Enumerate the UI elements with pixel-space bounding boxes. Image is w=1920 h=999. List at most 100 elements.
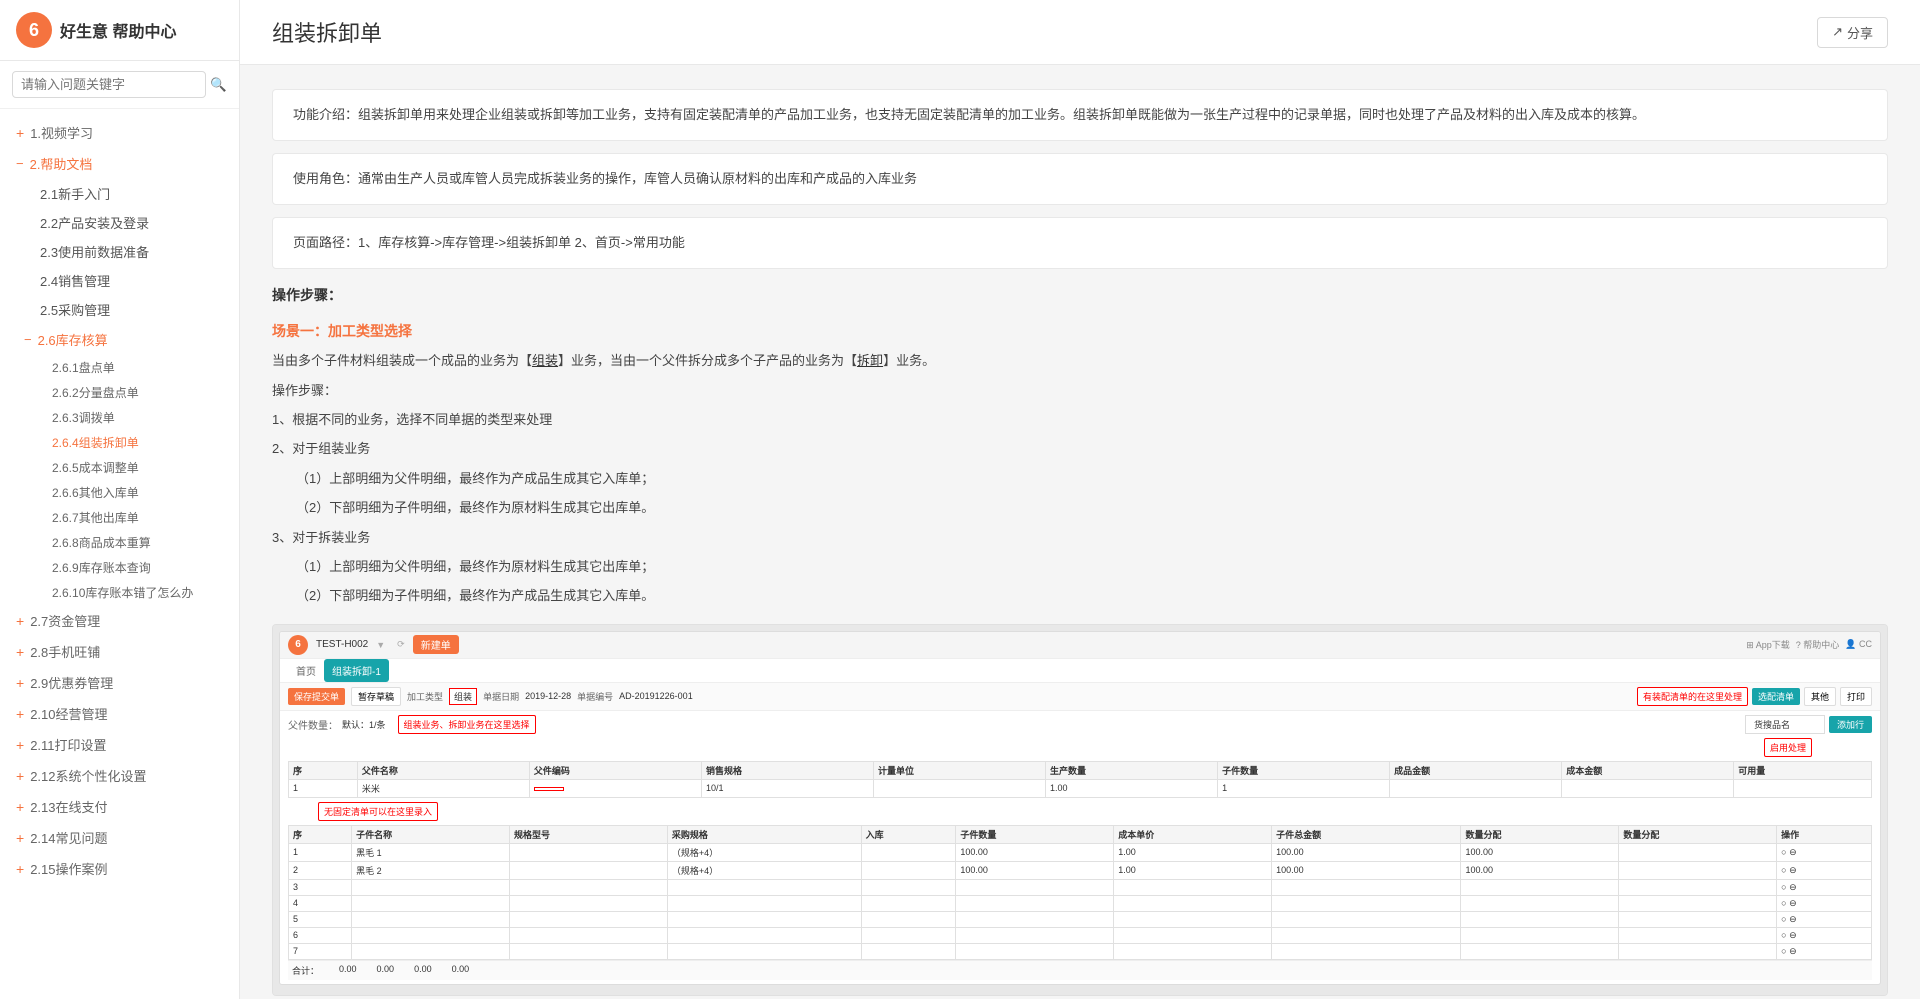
- sidebar-item-label: 2.15操作案例: [30, 859, 107, 878]
- sidebar-item-2-8[interactable]: + 2.8手机旺铺: [0, 636, 239, 667]
- sidebar-item-2-6-1[interactable]: 2.6.1盘点单: [36, 355, 239, 380]
- expand-icon: +: [16, 799, 24, 815]
- search-button[interactable]: 🔍: [210, 77, 227, 93]
- sidebar-item-2-3[interactable]: 2.3使用前数据准备: [24, 237, 239, 266]
- sim-lower-table: 序 子件名称 规格型号 采购规格 入库 子件数量 成本单价 子件总金额 数量分配: [288, 825, 1872, 960]
- search-input[interactable]: [12, 71, 206, 98]
- share-button[interactable]: ↗ 分享: [1817, 17, 1888, 48]
- sim-no-label: 单据编号: [577, 690, 613, 703]
- step3: 3、对于拆装业务: [272, 526, 1888, 549]
- sidebar-item-2-9[interactable]: + 2.9优惠券管理: [0, 667, 239, 698]
- sim-company: TEST-H002: [316, 639, 368, 650]
- sidebar-item-2-13[interactable]: + 2.13在线支付: [0, 791, 239, 822]
- sim-new-order-btn[interactable]: 新建单: [413, 635, 459, 654]
- step1: 1、根据不同的业务，选择不同单据的类型来处理: [272, 408, 1888, 431]
- sim-num-label: 父件数量：: [288, 717, 338, 732]
- sim-lower-row1: 1 黑毛 1 （规格+4） 100.00 1.00 100.00 100.00: [289, 843, 1872, 861]
- sidebar-item-2-6-9[interactable]: 2.6.9库存账本查询: [36, 555, 239, 580]
- sim-date-value: 2019-12-28: [525, 691, 571, 701]
- sidebar-item-label: 2.帮助文档: [30, 154, 93, 173]
- sidebar-item-2-6-3[interactable]: 2.6.3调拨单: [36, 405, 239, 430]
- sim-no-value: AD-20191226-001: [619, 691, 693, 701]
- sidebar-item-2-6-2[interactable]: 2.6.2分量盘点单: [36, 380, 239, 405]
- sim-upper-table: 序 父件名称 父件编码 销售规格 计量单位 生产数量 子件数量 成品金额 成本金…: [288, 761, 1872, 798]
- steps-heading2: 操作步骤：: [272, 379, 1888, 402]
- scene1-desc: 当由多个子件材料组装成一个成品的业务为【组装】业务，当由一个父件拆分成多个子产品…: [272, 349, 1888, 372]
- role-block: 使用角色：通常由生产人员或库管人员完成拆装业务的操作，库管人员确认原材料的出库和…: [272, 153, 1888, 205]
- sim-num-value: 默认：1/条: [342, 718, 386, 731]
- sim-add-row-btn[interactable]: 添加行: [1829, 716, 1872, 733]
- sim-td-code: [529, 779, 701, 797]
- sidebar-item-docs[interactable]: − 2.帮助文档: [0, 148, 239, 179]
- sidebar-item-2-1[interactable]: 2.1新手入门: [24, 179, 239, 208]
- sidebar-item-2-14[interactable]: + 2.14常见问题: [0, 822, 239, 853]
- sim-red-code: [534, 787, 564, 791]
- sim-total-label: 合计：: [292, 964, 319, 977]
- sidebar-item-2-12[interactable]: + 2.12系统个性化设置: [0, 760, 239, 791]
- sim-upper-row1: 1 米米 10/1 1.00 1: [289, 779, 1872, 797]
- expand-icon: +: [16, 125, 24, 141]
- sidebar-item-2-2[interactable]: 2.2产品安装及登录: [24, 208, 239, 237]
- sim-save-btn[interactable]: 保存提交单: [288, 688, 345, 705]
- sidebar-item-2-4[interactable]: 2.4销售管理: [24, 266, 239, 295]
- expand-icon: +: [16, 675, 24, 691]
- sidebar-item-label: 2.10经营管理: [30, 704, 107, 723]
- sidebar-item-2-6[interactable]: − 2.6库存核算: [24, 324, 239, 355]
- sidebar-item-2-11[interactable]: + 2.11打印设置: [0, 729, 239, 760]
- sim-th-parent-code: 父件编码: [529, 761, 701, 779]
- sidebar-item-2-5[interactable]: 2.5采购管理: [24, 295, 239, 324]
- sim-lth-alloc1: 数量分配: [1461, 825, 1619, 843]
- sim-other-btn[interactable]: 其他: [1804, 687, 1836, 706]
- sim-total-val1: 0.00: [339, 964, 357, 977]
- intro-text: 功能介绍：组装拆卸单用来处理企业组装或拆卸等加工业务，支持有固定装配清单的产品加…: [293, 107, 1645, 122]
- steps-heading: 操作步骤：: [272, 285, 1888, 305]
- sim-lth-name: 子件名称: [352, 825, 510, 843]
- sim-tab-active[interactable]: 组装拆卸-1: [324, 659, 389, 682]
- sim-lth-stock: 入库: [861, 825, 956, 843]
- sim-logo: 6: [288, 635, 308, 655]
- sim-lth-cost-price: 成本单价: [1114, 825, 1272, 843]
- sidebar-header: 6 好生意 帮助中心: [0, 0, 239, 61]
- sidebar-item-2-6-5[interactable]: 2.6.5成本调整单: [36, 455, 239, 480]
- sim-tab-home[interactable]: 首页: [288, 659, 324, 682]
- 2-6-sub-items: 2.6.1盘点单 2.6.2分量盘点单 2.6.3调拨单 2.6.4组装拆卸单 …: [24, 355, 239, 605]
- sidebar-item-2-6-8[interactable]: 2.6.8商品成本重算: [36, 530, 239, 555]
- sidebar-item-video[interactable]: + 1.视频学习: [0, 117, 239, 148]
- sim-lower-row4: 4○ ⊖: [289, 895, 1872, 911]
- sidebar-item-2-15[interactable]: + 2.15操作案例: [0, 853, 239, 884]
- main-content: 组装拆卸单 ↗ 分享 功能介绍：组装拆卸单用来处理企业组装或拆卸等加工业务，支持…: [240, 0, 1920, 999]
- collapse-2-6-icon: −: [24, 332, 32, 347]
- expand-icon: +: [16, 644, 24, 660]
- sim-th-qty: 生产数量: [1046, 761, 1218, 779]
- sim-draft-btn[interactable]: 暂存草稿: [351, 687, 401, 706]
- sim-refresh-icon: ⟳: [397, 639, 405, 650]
- share-label: 分享: [1847, 23, 1873, 42]
- sidebar-item-2-6-4[interactable]: 2.6.4组装拆卸单: [36, 430, 239, 455]
- sidebar-item-label: 2.11打印设置: [30, 735, 106, 754]
- sim-lth-spec: 规格型号: [510, 825, 668, 843]
- sim-select-bom-btn[interactable]: 选配清单: [1752, 688, 1800, 705]
- sidebar: 6 好生意 帮助中心 🔍 + 1.视频学习 − 2.帮助文档 2.1新手入门 2…: [0, 0, 240, 999]
- sim-th-cost-amt: 成本金额: [1562, 761, 1734, 779]
- sim-td-name: 米米: [357, 779, 529, 797]
- logo-icon: 6: [16, 12, 52, 48]
- sidebar-item-2-7[interactable]: + 2.7资金管理: [0, 605, 239, 636]
- sim-td-spec: 10/1: [701, 779, 873, 797]
- screenshot: 6 TEST-H002 ▼ ⟳ 新建单 ⊞ App下载 ? 帮助中心 👤 CC: [273, 625, 1887, 995]
- sidebar-item-2-6-7[interactable]: 2.6.7其他出库单: [36, 505, 239, 530]
- sim-th-spec: 销售规格: [701, 761, 873, 779]
- step3-sub1: （1）上部明细为父件明细，最终作为原材料生成其它出库单；: [296, 555, 1888, 578]
- sim-bom-search[interactable]: 货搜品名: [1745, 715, 1825, 734]
- sim-lower-row3: 3○ ⊖: [289, 879, 1872, 895]
- sidebar-item-2-10[interactable]: + 2.10经营管理: [0, 698, 239, 729]
- collapse-icon: −: [16, 156, 24, 171]
- sim-print-btn[interactable]: 打印: [1840, 687, 1872, 706]
- sim-lower-row5: 5○ ⊖: [289, 911, 1872, 927]
- sidebar-item-2-6-10[interactable]: 2.6.10库存账本错了怎么办: [36, 580, 239, 605]
- sim-td-pamount: [1390, 779, 1562, 797]
- top-bar: 组装拆卸单 ↗ 分享: [240, 0, 1920, 65]
- sidebar-nav: + 1.视频学习 − 2.帮助文档 2.1新手入门 2.2产品安装及登录 2.3…: [0, 109, 239, 999]
- sidebar-item-label: 2.6库存核算: [38, 330, 108, 349]
- sim-user-icon: 👤 CC: [1845, 639, 1872, 650]
- sidebar-item-2-6-6[interactable]: 2.6.6其他入库单: [36, 480, 239, 505]
